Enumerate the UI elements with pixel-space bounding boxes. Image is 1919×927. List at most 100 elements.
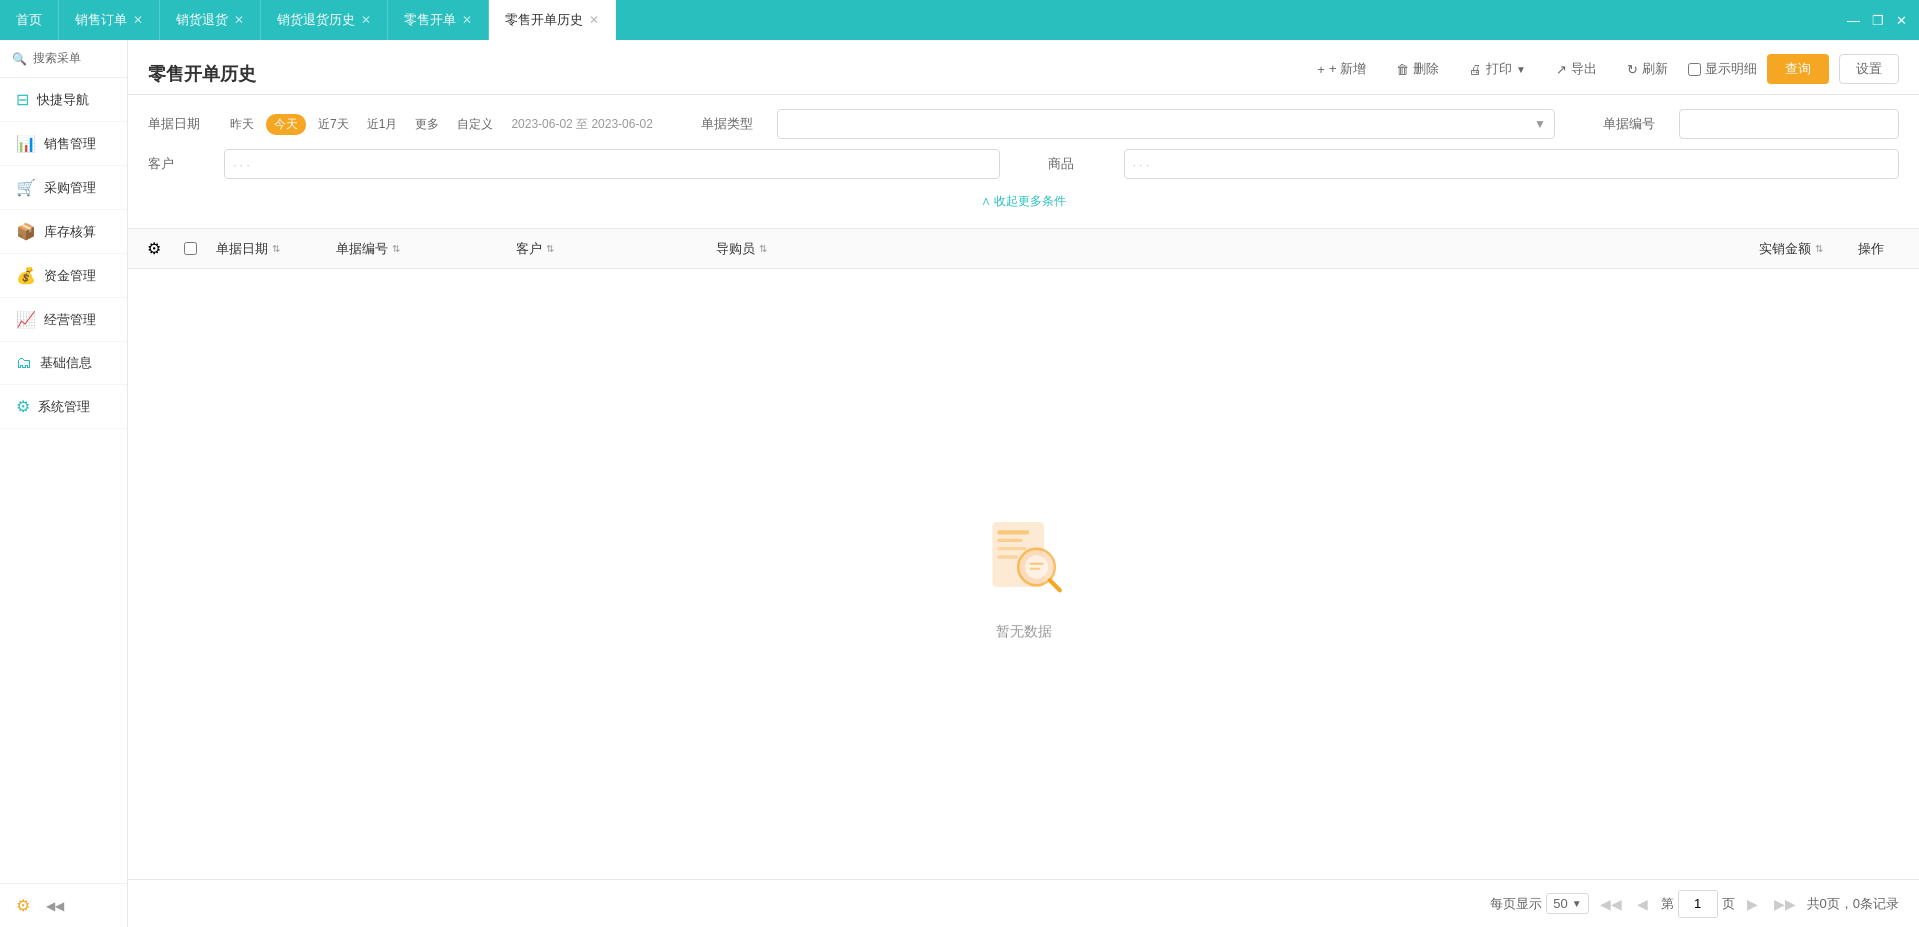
- add-button[interactable]: + + 新增: [1307, 55, 1376, 83]
- select-all-checkbox[interactable]: [184, 242, 197, 255]
- sidebar-item-operations[interactable]: 📈 经营管理: [0, 298, 127, 342]
- display-detail-input[interactable]: [1688, 63, 1701, 76]
- page-size-value: 50: [1553, 896, 1567, 911]
- print-button[interactable]: 🖨 打印 ▼: [1459, 55, 1536, 83]
- doc-no-filter-label: 单据编号: [1603, 115, 1663, 133]
- tab-sales-order-close[interactable]: ✕: [133, 13, 143, 27]
- query-button[interactable]: 查询: [1767, 54, 1829, 84]
- tab-retail-open-history-close[interactable]: ✕: [589, 13, 599, 27]
- customer-placeholder: ···: [233, 157, 253, 172]
- tab-retail-open[interactable]: 零售开单 ✕: [388, 0, 489, 40]
- doc-type-select[interactable]: ▼: [777, 109, 1555, 139]
- last-page-btn[interactable]: ▶▶: [1771, 890, 1799, 918]
- date-btn-1month[interactable]: 近1月: [361, 114, 404, 135]
- settings-bottom-icon[interactable]: ⚙: [16, 896, 30, 915]
- sidebar-item-quick-nav[interactable]: ⊟ 快捷导航: [0, 78, 127, 122]
- tab-sales-return-history-close[interactable]: ✕: [361, 13, 371, 27]
- restore-btn[interactable]: ❐: [1872, 13, 1884, 28]
- th-amount[interactable]: 实销金额 ⇅: [828, 240, 1831, 258]
- sidebar-bottom: ⚙ ◀◀: [0, 883, 127, 927]
- date-btn-custom[interactable]: 自定义: [451, 114, 499, 135]
- svg-rect-2: [997, 539, 1022, 542]
- th-customer-sort-icon: ⇅: [546, 243, 554, 254]
- delete-icon: 🗑: [1396, 62, 1409, 77]
- filter-row-1: 单据日期 昨天 今天 近7天 近1月 更多 自定义 2023-06-02 至 2…: [148, 109, 1899, 139]
- tab-sales-return-close[interactable]: ✕: [234, 13, 244, 27]
- inventory-icon: 📦: [16, 222, 36, 241]
- tab-retail-open-history[interactable]: 零售开单历史 ✕: [489, 0, 616, 40]
- collapse-filter-bar[interactable]: ∧ 收起更多条件: [148, 189, 1899, 214]
- th-order-sort-icon: ⇅: [392, 243, 400, 254]
- tab-sales-return-label: 销货退货: [176, 11, 228, 29]
- search-icon: 🔍: [12, 52, 27, 66]
- sidebar-item-quick-nav-label: 快捷导航: [37, 91, 89, 109]
- tab-retail-open-label: 零售开单: [404, 11, 456, 29]
- quick-nav-icon: ⊟: [16, 90, 29, 109]
- svg-rect-4: [997, 555, 1018, 558]
- settings-label: 设置: [1856, 61, 1882, 76]
- date-btn-7days[interactable]: 近7天: [312, 114, 355, 135]
- sidebar-item-purchase-mgmt-label: 采购管理: [44, 179, 96, 197]
- th-customer[interactable]: 客户 ⇅: [508, 240, 708, 258]
- tab-retail-open-close[interactable]: ✕: [462, 13, 472, 27]
- page-size-arrow-icon: ▼: [1572, 898, 1582, 909]
- empty-state: 暂无数据: [128, 269, 1919, 879]
- sidebar-item-inventory[interactable]: 📦 库存核算: [0, 210, 127, 254]
- sidebar-search[interactable]: 🔍 搜索采单: [0, 40, 127, 78]
- next-page-btn[interactable]: ▶: [1739, 890, 1767, 918]
- th-date[interactable]: 单据日期 ⇅: [208, 240, 328, 258]
- tab-sales-order[interactable]: 销售订单 ✕: [59, 0, 160, 40]
- main-layout: 🔍 搜索采单 ⊟ 快捷导航 📊 销售管理 🛒 采购管理 📦 库存核算 💰 资金管…: [0, 40, 1919, 927]
- sidebar-item-basic-info[interactable]: 🗂 基础信息: [0, 342, 127, 385]
- tab-home[interactable]: 首页: [0, 0, 59, 40]
- th-op: 操作: [1831, 240, 1911, 258]
- pagination: 每页显示 50 ▼ ◀◀ ◀ 第 页 ▶ ▶▶ 共0页，0条记录: [128, 879, 1919, 927]
- refresh-button[interactable]: ↻ 刷新: [1617, 55, 1678, 83]
- page-size-box[interactable]: 50 ▼: [1546, 893, 1588, 914]
- minimize-btn[interactable]: —: [1847, 13, 1860, 28]
- delete-button[interactable]: 🗑 删除: [1386, 55, 1449, 83]
- display-detail-checkbox[interactable]: 显示明细: [1688, 60, 1757, 78]
- th-order-no[interactable]: 单据编号 ⇅: [328, 240, 508, 258]
- svg-point-6: [1024, 555, 1047, 578]
- date-btn-today[interactable]: 今天: [266, 114, 306, 135]
- product-select[interactable]: ···: [1124, 149, 1900, 179]
- sidebar-item-purchase-mgmt[interactable]: 🛒 采购管理: [0, 166, 127, 210]
- svg-rect-3: [997, 547, 1026, 550]
- sidebar-item-sys-mgmt[interactable]: ⚙ 系统管理: [0, 385, 127, 429]
- svg-rect-1: [997, 530, 1029, 534]
- sidebar-item-sales-mgmt[interactable]: 📊 销售管理: [0, 122, 127, 166]
- first-page-btn[interactable]: ◀◀: [1597, 890, 1625, 918]
- date-range-display: 2023-06-02 至 2023-06-02: [511, 116, 652, 133]
- sidebar-item-finance[interactable]: 💰 资金管理: [0, 254, 127, 298]
- close-btn[interactable]: ✕: [1896, 13, 1907, 28]
- page-input[interactable]: [1678, 890, 1718, 918]
- date-btn-more[interactable]: 更多: [409, 114, 445, 135]
- print-icon: 🖨: [1469, 62, 1482, 77]
- tab-sales-return-history[interactable]: 销货退货历史 ✕: [261, 0, 388, 40]
- export-button[interactable]: ↗ 导出: [1546, 55, 1607, 83]
- table-column-settings-btn[interactable]: ⚙: [136, 239, 172, 258]
- collapse-sidebar-icon[interactable]: ◀◀: [46, 899, 64, 913]
- sidebar: 🔍 搜索采单 ⊟ 快捷导航 📊 销售管理 🛒 采购管理 📦 库存核算 💰 资金管…: [0, 40, 128, 927]
- date-btn-yesterday[interactable]: 昨天: [224, 114, 260, 135]
- settings-button[interactable]: 设置: [1839, 54, 1899, 84]
- content-area: 零售开单历史 + + 新增 🗑 删除 🖨 打印 ▼ ↗ 导出: [128, 40, 1919, 927]
- sidebar-item-operations-label: 经营管理: [44, 311, 96, 329]
- page-size-label: 每页显示: [1490, 895, 1542, 913]
- table-select-all[interactable]: [172, 242, 208, 255]
- doc-type-filter-label: 单据类型: [701, 115, 761, 133]
- table-header: ⚙ 单据日期 ⇅ 单据编号 ⇅ 客户 ⇅ 导购员 ⇅: [128, 229, 1919, 269]
- doc-no-input[interactable]: [1679, 109, 1899, 139]
- tab-sales-return[interactable]: 销货退货 ✕: [160, 0, 261, 40]
- prev-page-btn[interactable]: ◀: [1629, 890, 1657, 918]
- toolbar: + + 新增 🗑 删除 🖨 打印 ▼ ↗ 导出 ↻: [1307, 54, 1899, 94]
- purchase-mgmt-icon: 🛒: [16, 178, 36, 197]
- query-label: 查询: [1785, 61, 1811, 76]
- th-guide[interactable]: 导购员 ⇅: [708, 240, 828, 258]
- th-customer-label: 客户: [516, 240, 542, 258]
- doc-type-arrow-icon: ▼: [1534, 117, 1546, 131]
- table-wrapper: ⚙ 单据日期 ⇅ 单据编号 ⇅ 客户 ⇅ 导购员 ⇅: [128, 229, 1919, 879]
- export-icon: ↗: [1556, 62, 1567, 77]
- customer-select[interactable]: ···: [224, 149, 1000, 179]
